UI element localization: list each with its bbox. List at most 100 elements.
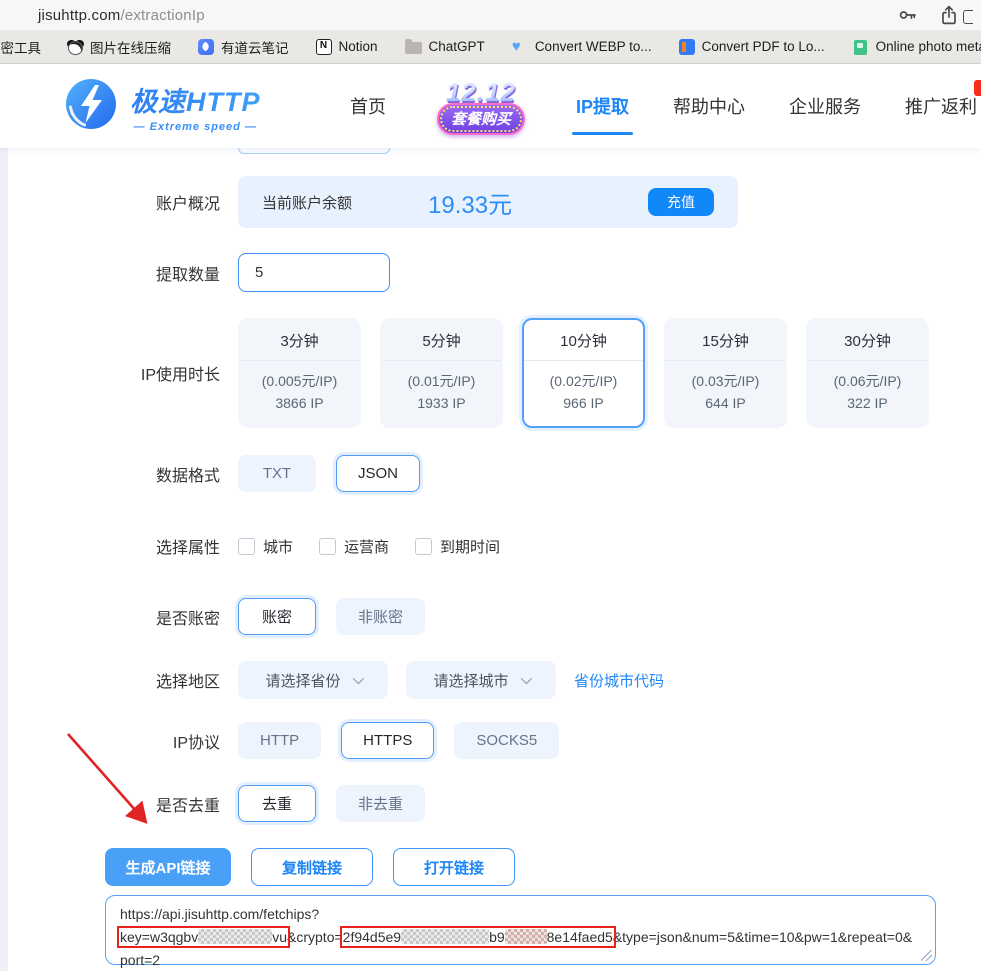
card-price: (0.06元/IP) bbox=[833, 373, 902, 389]
bookmark-label: Convert WEBP to... bbox=[534, 39, 652, 54]
screen: jisuhttp.com/extractionIp 加密工具 图片在线压缩 有道… bbox=[0, 0, 981, 971]
share-icon[interactable] bbox=[939, 4, 959, 26]
key-param-tail: vu bbox=[272, 929, 288, 945]
bookmark-item[interactable]: 图片在线压缩 bbox=[68, 37, 171, 57]
province-select[interactable]: 请选择省份 bbox=[238, 661, 388, 699]
protocol-http-chip[interactable]: HTTP bbox=[238, 722, 322, 759]
clipped-scrolled-input bbox=[238, 148, 390, 154]
photo-meta-icon bbox=[853, 39, 867, 55]
clipped-red-badge bbox=[974, 80, 981, 96]
card-price: (0.02元/IP) bbox=[549, 373, 618, 389]
mosaic-redaction bbox=[401, 929, 490, 944]
checkbox-box[interactable] bbox=[319, 537, 337, 555]
duration-option-5min[interactable]: 5分钟 (0.01元/IP) 1933 IP bbox=[380, 318, 503, 428]
textarea-resize-handle[interactable] bbox=[921, 950, 932, 961]
bookmark-item[interactable]: ChatGPT bbox=[404, 39, 485, 54]
crypto-param-text: 2f94d5e9 bbox=[342, 929, 402, 945]
promo-banner-12-12[interactable]: 12.12 套餐购买 bbox=[424, 77, 538, 135]
api-url-line2: key=w3qgbv vu&crypto=2f94d5e9 b9 8e14faed5&… bbox=[116, 926, 921, 949]
api-url-line3: port=2 bbox=[120, 952, 161, 968]
duration-option-15min[interactable]: 15分钟 (0.03元/IP) 644 IP bbox=[664, 318, 787, 428]
checkbox-box[interactable] bbox=[238, 537, 255, 555]
dedupe-no-chip[interactable]: 非去重 bbox=[336, 785, 426, 822]
nav-home[interactable]: 首页 bbox=[350, 64, 386, 148]
password-key-icon[interactable] bbox=[898, 5, 918, 25]
checkbox-box[interactable] bbox=[415, 537, 433, 555]
auth-row: 是否账密 账密 非账密 bbox=[8, 598, 981, 635]
card-title: 30分钟 bbox=[844, 332, 891, 350]
redaction-highlight-crypto: 2f94d5e9 b9 8e14faed5 bbox=[339, 926, 616, 948]
brand-tagline: — Extreme speed — bbox=[133, 120, 257, 133]
balance-label: 当前账户余额 bbox=[262, 194, 353, 212]
actions-row: 生成API链接 复制链接 打开链接 bbox=[105, 848, 981, 886]
open-link-button[interactable]: 打开链接 bbox=[393, 848, 515, 886]
copy-link-button[interactable]: 复制链接 bbox=[251, 848, 373, 886]
protocol-row: IP协议 HTTP HTTPS SOCKS5 bbox=[8, 722, 981, 759]
promo-date-text: 12.12 bbox=[445, 77, 517, 107]
bookmark-label: Convert PDF to Lo... bbox=[701, 39, 825, 54]
balance-panel: 当前账户余额 19.33元 充值 bbox=[238, 176, 738, 228]
format-json-chip-selected[interactable]: JSON bbox=[336, 455, 421, 492]
brand-name: 极速HTTP bbox=[130, 80, 261, 119]
query-params-tail: &type=json&num=5&time=10&pw=1&repeat=0& bbox=[612, 929, 913, 945]
bookmark-item[interactable]: N Notion bbox=[315, 38, 378, 55]
webp-heart-icon: ♥ bbox=[511, 37, 521, 55]
duration-label: IP使用时长 bbox=[140, 367, 220, 384]
key-param-text: key=w3qgbv bbox=[120, 929, 199, 945]
clipped-toolbar-icon[interactable] bbox=[963, 10, 973, 28]
province-placeholder: 请选择省份 bbox=[265, 672, 341, 690]
checkbox-expire-time[interactable]: 到期时间 bbox=[415, 536, 500, 557]
brand-logo[interactable]: 极速HTTP — Extreme speed — bbox=[64, 77, 261, 136]
bookmark-item[interactable]: 有道云笔记 bbox=[198, 37, 289, 57]
auth-no-chip[interactable]: 非账密 bbox=[336, 598, 426, 635]
card-count: 966 IP bbox=[563, 395, 604, 411]
region-row: 选择地区 请选择省份 请选择城市 省份城市代码 bbox=[8, 661, 981, 699]
checkbox-city[interactable]: 城市 bbox=[238, 536, 293, 557]
browser-address-bar[interactable]: jisuhttp.com/extractionIp bbox=[0, 0, 981, 30]
dedupe-yes-chip-selected[interactable]: 去重 bbox=[238, 785, 316, 822]
format-row: 数据格式 TXT JSON bbox=[8, 455, 981, 492]
recharge-button[interactable]: 充值 bbox=[648, 188, 714, 216]
province-city-code-link[interactable]: 省份城市代码 bbox=[574, 670, 664, 691]
notion-icon: N bbox=[315, 38, 332, 55]
attributes-row: 选择属性 城市 运营商 到期时间 bbox=[8, 534, 981, 558]
format-txt-chip[interactable]: TXT bbox=[238, 455, 316, 492]
lightning-logo-icon bbox=[64, 77, 118, 136]
city-select[interactable]: 请选择城市 bbox=[406, 661, 556, 699]
nav-enterprise[interactable]: 企业服务 bbox=[789, 64, 861, 148]
attributes-label: 选择属性 bbox=[155, 540, 220, 557]
bookmark-label: 有道云笔记 bbox=[221, 40, 289, 56]
api-url-line1: https://api.jisuhttp.com/fetchips? bbox=[120, 906, 320, 922]
checkbox-label: 运营商 bbox=[344, 538, 390, 556]
quantity-row: 提取数量 bbox=[8, 253, 981, 292]
auth-label: 是否账密 bbox=[155, 610, 220, 628]
duration-option-10min-selected[interactable]: 10分钟 (0.02元/IP) 966 IP bbox=[522, 318, 645, 428]
url-path: /extractionIp bbox=[120, 6, 205, 24]
checkbox-isp[interactable]: 运营商 bbox=[319, 536, 389, 557]
account-row: 账户概况 当前账户余额 19.33元 充值 bbox=[8, 176, 981, 228]
card-title: 3分钟 bbox=[280, 332, 319, 350]
nav-referral[interactable]: 推广返利 bbox=[905, 64, 977, 148]
bookmark-label: Notion bbox=[338, 39, 378, 54]
protocol-socks5-chip[interactable]: SOCKS5 bbox=[454, 722, 560, 759]
duration-option-3min[interactable]: 3分钟 (0.005元/IP) 3866 IP bbox=[238, 318, 361, 428]
bookmark-item[interactable]: 加密工具 bbox=[0, 37, 41, 57]
nav-ip-extract[interactable]: IP提取 bbox=[571, 64, 634, 148]
card-count: 644 IP bbox=[705, 395, 746, 411]
bookmark-item[interactable]: Online photo meta... bbox=[852, 39, 981, 55]
protocol-https-chip-selected[interactable]: HTTPS bbox=[341, 722, 435, 759]
card-price: (0.03元/IP) bbox=[691, 373, 760, 389]
checkbox-label: 城市 bbox=[263, 538, 294, 556]
url-text[interactable]: jisuhttp.com/extractionIp bbox=[38, 7, 205, 24]
redaction-highlight-key: key=w3qgbv vu bbox=[116, 926, 291, 948]
api-url-textarea[interactable]: https://api.jisuhttp.com/fetchips? key=w… bbox=[105, 895, 936, 968]
quantity-input[interactable] bbox=[238, 253, 390, 292]
main-nav: 首页 12.12 套餐购买 IP提取 帮助中心 企业服务 推广返利 bbox=[350, 64, 981, 148]
auth-yes-chip-selected[interactable]: 账密 bbox=[238, 598, 316, 635]
duration-option-30min[interactable]: 30分钟 (0.06元/IP) 322 IP bbox=[806, 318, 929, 428]
nav-help-center[interactable]: 帮助中心 bbox=[673, 64, 745, 148]
generate-api-link-button[interactable]: 生成API链接 bbox=[105, 848, 231, 886]
bookmark-item[interactable]: ♥ Convert WEBP to... bbox=[511, 37, 652, 55]
bookmark-item[interactable]: Convert PDF to Lo... bbox=[678, 38, 825, 55]
mosaic-redaction bbox=[504, 929, 547, 944]
